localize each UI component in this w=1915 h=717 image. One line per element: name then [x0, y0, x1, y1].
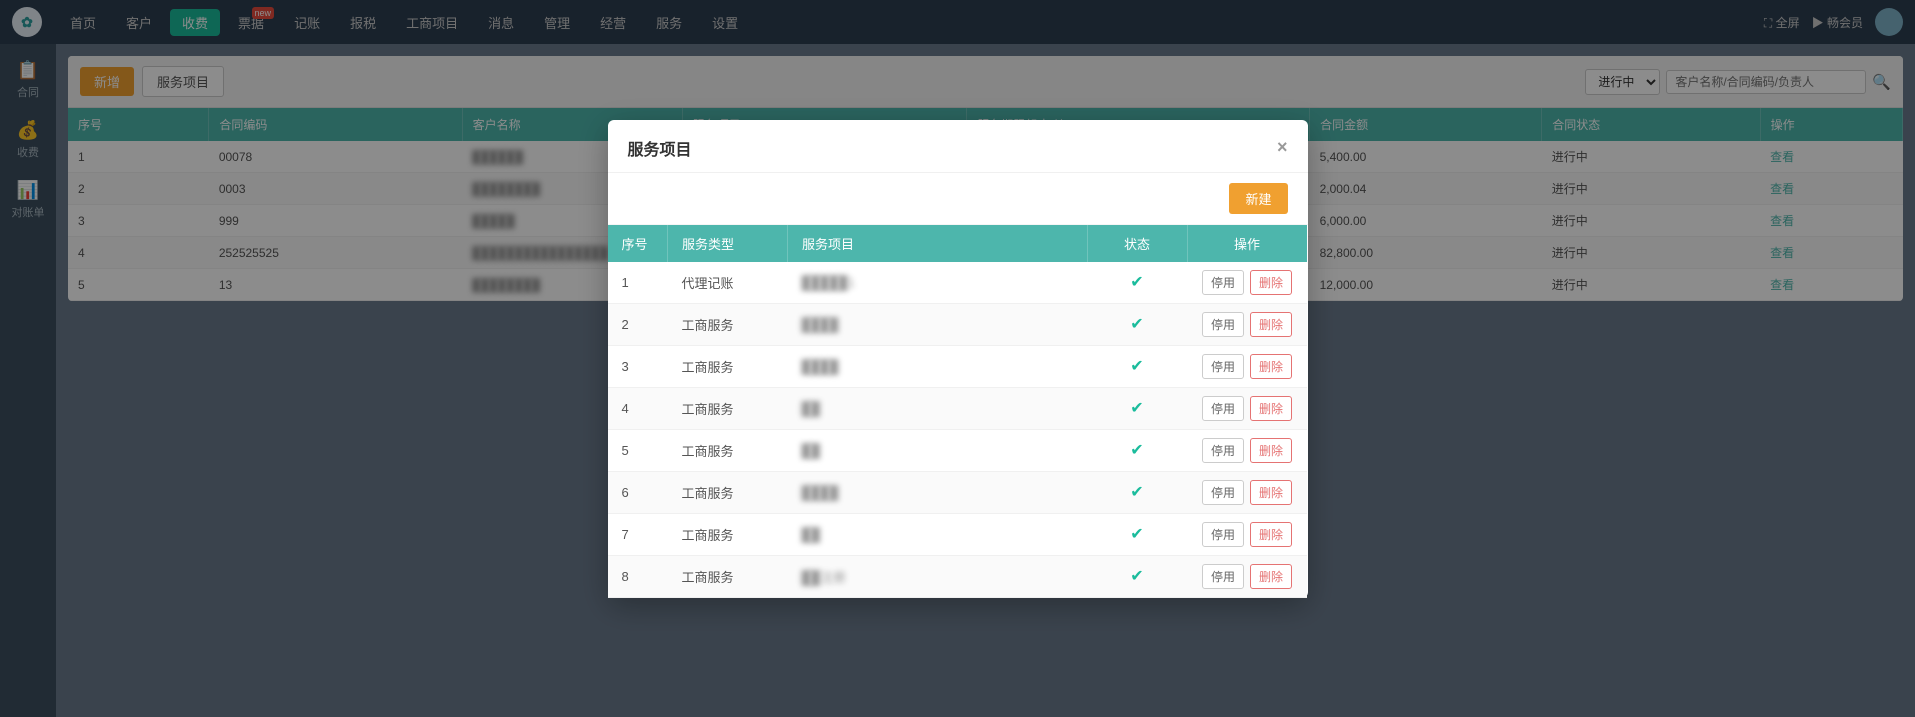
list-item: 8 工商服务 ██注册 ✔ 停用 删除: [608, 555, 1308, 597]
delete-button[interactable]: 删除: [1250, 438, 1292, 463]
dcell-seq: 5: [608, 429, 668, 471]
dcell-project: █████1: [788, 262, 1088, 304]
dcell-status: ✔: [1087, 555, 1187, 597]
dcell-type: 工商服务: [668, 429, 788, 471]
status-active-icon: ✔: [1130, 526, 1143, 543]
dcell-status: ✔: [1087, 262, 1187, 304]
dcell-project: ████: [788, 303, 1088, 345]
list-item: 6 工商服务 ████ ✔ 停用 删除: [608, 471, 1308, 513]
status-active-icon: ✔: [1130, 316, 1143, 333]
modal-overlay: 服务项目 × 新建 序号 服务类型 服务项目 状态 操作 1 代理记账: [0, 0, 1915, 717]
dcell-seq: 4: [608, 387, 668, 429]
dcell-type: 工商服务: [668, 471, 788, 513]
stop-button[interactable]: 停用: [1202, 522, 1244, 547]
dcell-action: 停用 删除: [1187, 388, 1307, 429]
dcell-type: 工商服务: [668, 345, 788, 387]
dcell-status: ✔: [1087, 471, 1187, 513]
stop-button[interactable]: 停用: [1202, 480, 1244, 505]
dcell-status: ✔: [1087, 345, 1187, 387]
service-table-header: 序号 服务类型 服务项目 状态 操作: [608, 225, 1308, 262]
stop-button[interactable]: 停用: [1202, 438, 1244, 463]
dcell-project: ████: [788, 345, 1088, 387]
dcell-action: 停用 删除: [1187, 430, 1307, 471]
dcell-project: ████: [788, 471, 1088, 513]
status-active-icon: ✔: [1130, 568, 1143, 585]
dcell-project: ██: [788, 429, 1088, 471]
delete-button[interactable]: 删除: [1250, 480, 1292, 505]
stop-button[interactable]: 停用: [1202, 354, 1244, 379]
status-active-icon: ✔: [1130, 400, 1143, 417]
dcell-action: 停用 删除: [1187, 346, 1307, 387]
dcell-seq: 7: [608, 513, 668, 555]
list-item: 5 工商服务 ██ ✔ 停用 删除: [608, 429, 1308, 471]
stop-button[interactable]: 停用: [1202, 270, 1244, 295]
service-table: 序号 服务类型 服务项目 状态 操作 1 代理记账 █████1 ✔ 停用 删除…: [608, 225, 1308, 598]
scol-seq: 序号: [608, 225, 668, 262]
dcell-action: 停用 删除: [1187, 556, 1307, 597]
dialog-toolbar: 新建: [608, 173, 1308, 225]
status-active-icon: ✔: [1130, 484, 1143, 501]
dcell-project: ██注册: [788, 555, 1088, 597]
scol-status: 状态: [1087, 225, 1187, 262]
delete-button[interactable]: 删除: [1250, 354, 1292, 379]
dialog-close-button[interactable]: ×: [1277, 137, 1288, 158]
delete-button[interactable]: 删除: [1250, 522, 1292, 547]
dcell-type: 工商服务: [668, 513, 788, 555]
dialog-body: 序号 服务类型 服务项目 状态 操作 1 代理记账 █████1 ✔ 停用 删除…: [608, 225, 1308, 598]
stop-button[interactable]: 停用: [1202, 312, 1244, 337]
dcell-seq: 8: [608, 555, 668, 597]
dcell-type: 工商服务: [668, 555, 788, 597]
dcell-project: ██: [788, 513, 1088, 555]
dcell-seq: 2: [608, 303, 668, 345]
dcell-seq: 1: [608, 262, 668, 304]
dcell-action: 停用 删除: [1187, 472, 1307, 513]
dcell-status: ✔: [1087, 303, 1187, 345]
stop-button[interactable]: 停用: [1202, 396, 1244, 421]
dcell-seq: 6: [608, 471, 668, 513]
dialog-header: 服务项目 ×: [608, 120, 1308, 173]
dcell-project: ██: [788, 387, 1088, 429]
dcell-type: 工商服务: [668, 387, 788, 429]
dcell-type: 代理记账: [668, 262, 788, 304]
dcell-action: 停用 删除: [1187, 514, 1307, 555]
status-active-icon: ✔: [1130, 274, 1143, 291]
list-item: 2 工商服务 ████ ✔ 停用 删除: [608, 303, 1308, 345]
status-active-icon: ✔: [1130, 442, 1143, 459]
delete-button[interactable]: 删除: [1250, 312, 1292, 337]
dcell-action: 停用 删除: [1187, 262, 1307, 303]
dcell-action: 停用 删除: [1187, 304, 1307, 345]
list-item: 1 代理记账 █████1 ✔ 停用 删除: [608, 262, 1308, 304]
dcell-status: ✔: [1087, 513, 1187, 555]
dialog-new-button[interactable]: 新建: [1229, 183, 1287, 214]
dcell-type: 工商服务: [668, 303, 788, 345]
delete-button[interactable]: 删除: [1250, 396, 1292, 421]
scol-project: 服务项目: [788, 225, 1088, 262]
delete-button[interactable]: 删除: [1250, 270, 1292, 295]
status-active-icon: ✔: [1130, 358, 1143, 375]
list-item: 7 工商服务 ██ ✔ 停用 删除: [608, 513, 1308, 555]
service-item-dialog: 服务项目 × 新建 序号 服务类型 服务项目 状态 操作 1 代理记账: [608, 120, 1308, 598]
list-item: 4 工商服务 ██ ✔ 停用 删除: [608, 387, 1308, 429]
scol-type: 服务类型: [668, 225, 788, 262]
delete-button[interactable]: 删除: [1250, 564, 1292, 589]
dialog-title: 服务项目: [628, 136, 692, 160]
dcell-seq: 3: [608, 345, 668, 387]
list-item: 3 工商服务 ████ ✔ 停用 删除: [608, 345, 1308, 387]
scol-action: 操作: [1187, 225, 1307, 262]
dcell-status: ✔: [1087, 387, 1187, 429]
dcell-status: ✔: [1087, 429, 1187, 471]
stop-button[interactable]: 停用: [1202, 564, 1244, 589]
